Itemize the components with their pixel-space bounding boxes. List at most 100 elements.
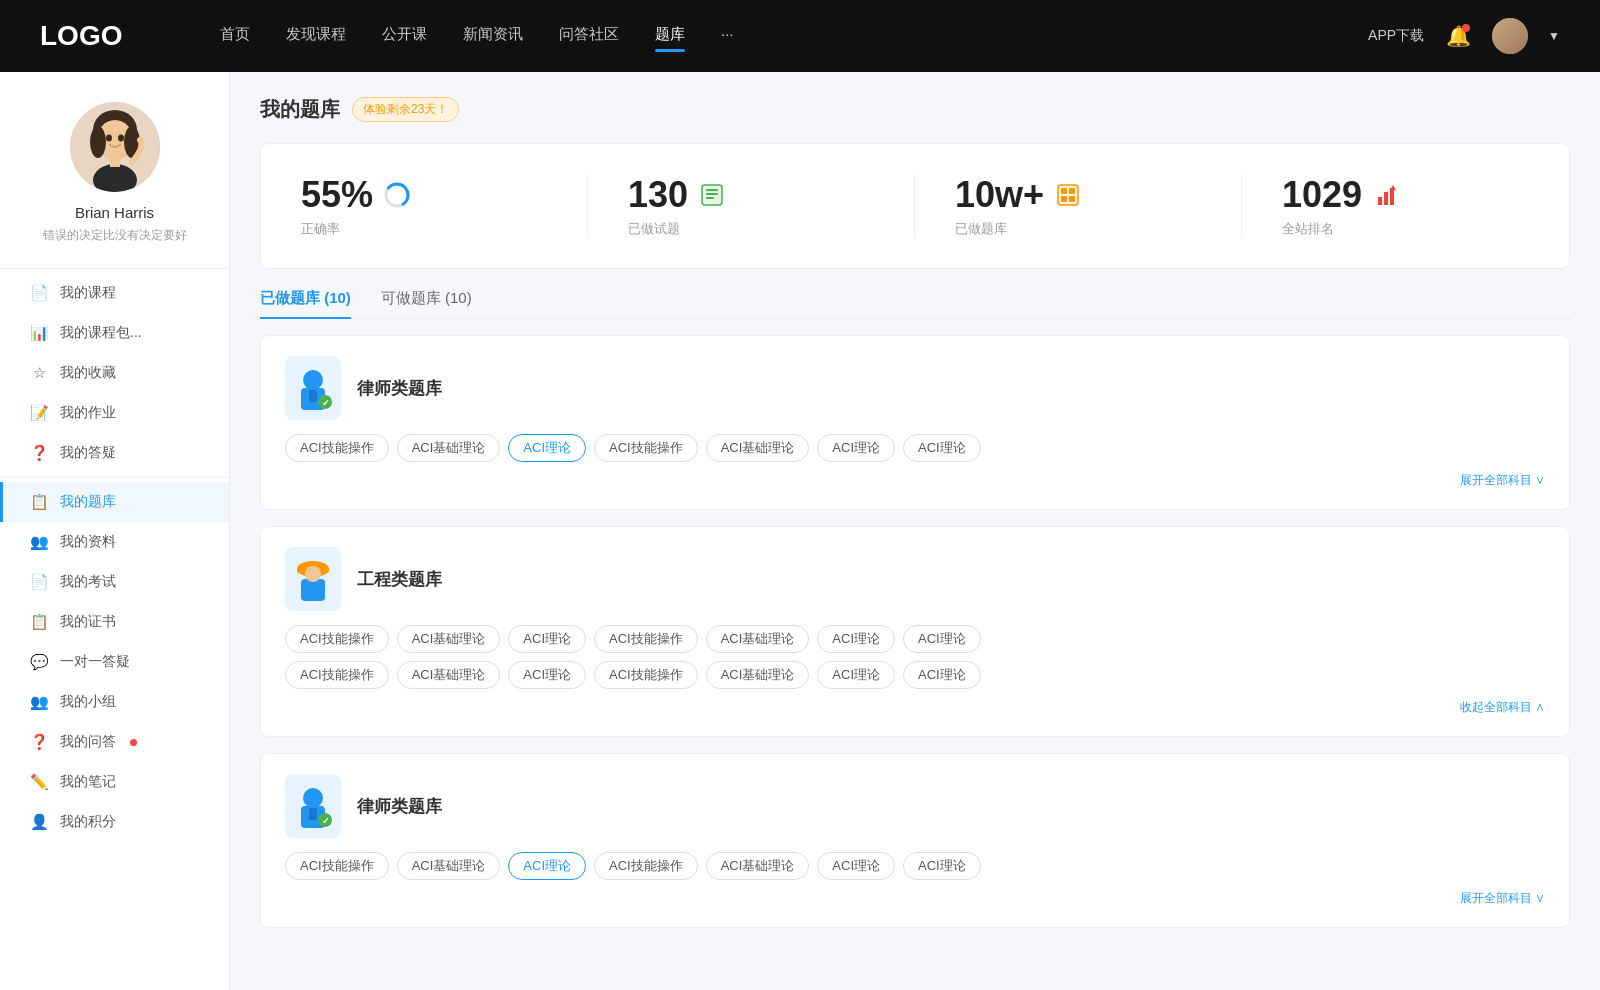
- stat-rank: 1029 全站排名: [1242, 164, 1569, 248]
- bank-card-header-1: 工程类题库: [285, 547, 1545, 611]
- bank-tags-row2-1: ACI技能操作ACI基础理论ACI理论ACI技能操作ACI基础理论ACI理论AC…: [285, 661, 1545, 689]
- sidebar-item-我的积分[interactable]: 👤 我的积分: [0, 802, 229, 842]
- sidebar-label: 我的考试: [60, 573, 116, 591]
- nav-link-发现课程[interactable]: 发现课程: [286, 25, 346, 48]
- tag-2-2[interactable]: ACI理论: [508, 852, 586, 880]
- bank-cards: ✓ 律师类题库 ACI技能操作ACI基础理论ACI理论ACI技能操作ACI基础理…: [260, 335, 1570, 928]
- tag-2-0[interactable]: ACI技能操作: [285, 852, 389, 880]
- accuracy-icon: [383, 181, 411, 209]
- tag-2-4[interactable]: ACI基础理论: [706, 852, 810, 880]
- sidebar-icon: 💬: [30, 653, 48, 671]
- logo[interactable]: LOGO: [40, 20, 160, 52]
- stat-accuracy-label: 正确率: [301, 220, 340, 238]
- tag-0-5[interactable]: ACI理论: [817, 434, 895, 462]
- stat-questions-value: 130: [628, 174, 688, 216]
- svg-rect-15: [1058, 185, 1078, 205]
- sidebar-item-我的课程包...[interactable]: 📊 我的课程包...: [0, 313, 229, 353]
- topnav-right: APP下载 🔔 ▼: [1368, 18, 1560, 54]
- sidebar-item-我的证书[interactable]: 📋 我的证书: [0, 602, 229, 642]
- tag-1-3[interactable]: ACI技能操作: [594, 625, 698, 653]
- tag-1-5[interactable]: ACI理论: [817, 625, 895, 653]
- notification-bell[interactable]: 🔔: [1444, 22, 1472, 50]
- sidebar-item-我的课程[interactable]: 📄 我的课程: [0, 273, 229, 313]
- tag-0-3[interactable]: ACI技能操作: [594, 434, 698, 462]
- tag-0-6[interactable]: ACI理论: [903, 434, 981, 462]
- tag-1-13[interactable]: ACI理论: [903, 661, 981, 689]
- tag-2-1[interactable]: ACI基础理论: [397, 852, 501, 880]
- engineer-icon: [289, 551, 337, 607]
- questions-icon: [698, 181, 726, 209]
- tag-1-11[interactable]: ACI基础理论: [706, 661, 810, 689]
- svg-point-8: [118, 135, 124, 142]
- sidebar-item-我的题库[interactable]: 📋 我的题库: [0, 482, 229, 522]
- avatar-image: [1492, 18, 1528, 54]
- sidebar-item-我的资料[interactable]: 👥 我的资料: [0, 522, 229, 562]
- tag-1-4[interactable]: ACI基础理论: [706, 625, 810, 653]
- sidebar-icon: ✏️: [30, 773, 48, 791]
- nav-link-新闻资讯[interactable]: 新闻资讯: [463, 25, 523, 48]
- app-download[interactable]: APP下载: [1368, 27, 1424, 45]
- svg-point-32: [305, 566, 321, 582]
- sidebar-icon: 📋: [30, 493, 48, 511]
- tab-1[interactable]: 可做题库 (10): [381, 289, 472, 318]
- sidebar-item-我的考试[interactable]: 📄 我的考试: [0, 562, 229, 602]
- sidebar-label: 我的课程包...: [60, 324, 142, 342]
- expand-link-0[interactable]: 展开全部科目 ∨: [1460, 472, 1545, 489]
- sidebar-item-一对一答疑[interactable]: 💬 一对一答疑: [0, 642, 229, 682]
- svg-rect-16: [1061, 188, 1067, 194]
- avatar-dropdown-caret[interactable]: ▼: [1548, 29, 1560, 43]
- sidebar-item-我的问答[interactable]: ❓ 我的问答: [0, 722, 229, 762]
- expand-link-1[interactable]: 收起全部科目 ∧: [1460, 699, 1545, 716]
- bank-tags-row1-2: ACI技能操作ACI基础理论ACI理论ACI技能操作ACI基础理论ACI理论AC…: [285, 852, 1545, 880]
- bank-name-1: 工程类题库: [357, 568, 442, 591]
- stat-accuracy: 55% 正确率: [261, 164, 588, 248]
- nav-link-首页[interactable]: 首页: [220, 25, 250, 48]
- tag-1-6[interactable]: ACI理论: [903, 625, 981, 653]
- main-content: 我的题库 体验剩余23天！ 55% 正确率 130: [230, 72, 1600, 990]
- tag-1-8[interactable]: ACI基础理论: [397, 661, 501, 689]
- tag-0-0[interactable]: ACI技能操作: [285, 434, 389, 462]
- sidebar-icon: ☆: [30, 364, 48, 382]
- sidebar-icon: ❓: [30, 733, 48, 751]
- expand-link-2[interactable]: 展开全部科目 ∨: [1460, 890, 1545, 907]
- sidebar-item-我的收藏[interactable]: ☆ 我的收藏: [0, 353, 229, 393]
- svg-rect-22: [1390, 188, 1394, 205]
- sidebar-icon: 📄: [30, 284, 48, 302]
- tag-1-12[interactable]: ACI理论: [817, 661, 895, 689]
- tag-1-0[interactable]: ACI技能操作: [285, 625, 389, 653]
- page-title: 我的题库: [260, 96, 340, 123]
- svg-point-7: [106, 135, 112, 142]
- tag-0-2[interactable]: ACI理论: [508, 434, 586, 462]
- sidebar-item-我的答疑[interactable]: ❓ 我的答疑: [0, 433, 229, 473]
- bank-card-0: ✓ 律师类题库 ACI技能操作ACI基础理论ACI理论ACI技能操作ACI基础理…: [260, 335, 1570, 510]
- svg-text:✓: ✓: [322, 398, 330, 408]
- tag-0-1[interactable]: ACI基础理论: [397, 434, 501, 462]
- svg-rect-19: [1069, 196, 1075, 202]
- sidebar-item-我的小组[interactable]: 👥 我的小组: [0, 682, 229, 722]
- sidebar-item-我的作业[interactable]: 📝 我的作业: [0, 393, 229, 433]
- tag-1-2[interactable]: ACI理论: [508, 625, 586, 653]
- sidebar-label: 我的答疑: [60, 444, 116, 462]
- avatar[interactable]: [1492, 18, 1528, 54]
- stat-banks-top: 10w+: [955, 174, 1082, 216]
- tag-1-10[interactable]: ACI技能操作: [594, 661, 698, 689]
- tag-1-1[interactable]: ACI基础理论: [397, 625, 501, 653]
- tag-2-6[interactable]: ACI理论: [903, 852, 981, 880]
- tag-1-7[interactable]: ACI技能操作: [285, 661, 389, 689]
- sidebar-item-我的笔记[interactable]: ✏️ 我的笔记: [0, 762, 229, 802]
- svg-rect-14: [706, 197, 714, 199]
- nav-link-···[interactable]: ···: [721, 25, 734, 48]
- topnav: LOGO 首页 发现课程 公开课 新闻资讯 问答社区 题库 ··· APP下载 🔔 ▼: [0, 0, 1600, 72]
- svg-rect-17: [1069, 188, 1075, 194]
- page-header: 我的题库 体验剩余23天！: [260, 96, 1570, 123]
- tag-1-9[interactable]: ACI理论: [508, 661, 586, 689]
- svg-rect-12: [706, 189, 718, 191]
- tab-0[interactable]: 已做题库 (10): [260, 289, 351, 318]
- tag-0-4[interactable]: ACI基础理论: [706, 434, 810, 462]
- nav-link-公开课[interactable]: 公开课: [382, 25, 427, 48]
- tag-2-3[interactable]: ACI技能操作: [594, 852, 698, 880]
- trial-badge[interactable]: 体验剩余23天！: [352, 97, 459, 122]
- nav-link-问答社区[interactable]: 问答社区: [559, 25, 619, 48]
- nav-link-题库[interactable]: 题库: [655, 25, 685, 48]
- tag-2-5[interactable]: ACI理论: [817, 852, 895, 880]
